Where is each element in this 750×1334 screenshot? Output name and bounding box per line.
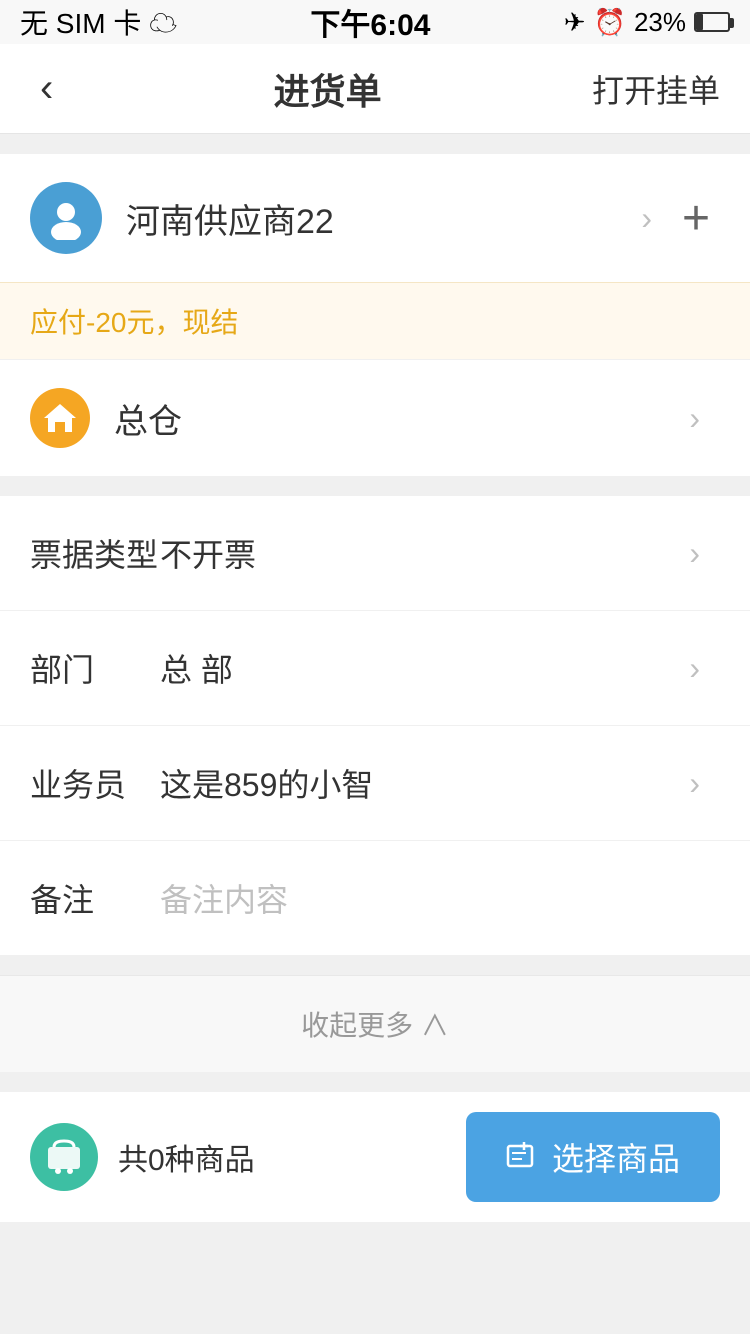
house-icon bbox=[42, 400, 78, 436]
battery-percent: 23% bbox=[634, 7, 686, 38]
warehouse-name: 总仓 bbox=[114, 394, 689, 443]
invoice-type-value: 不开票 bbox=[160, 530, 689, 576]
remark-row[interactable]: 备注 备注内容 bbox=[0, 841, 750, 955]
supplier-name: 河南供应商22 bbox=[126, 194, 641, 243]
supplier-avatar bbox=[30, 182, 102, 254]
collapse-label: 收起更多 ∧ bbox=[301, 1004, 449, 1044]
select-product-button[interactable]: 选择商品 bbox=[466, 1112, 720, 1202]
warehouse-icon bbox=[30, 388, 90, 448]
alarm-icon: ⏰ bbox=[594, 7, 626, 38]
select-product-label: 选择商品 bbox=[552, 1134, 680, 1180]
status-right: ✈ ⏰ 23% bbox=[564, 7, 730, 38]
add-supplier-button[interactable]: + bbox=[672, 191, 720, 246]
salesperson-value: 这是859的小智 bbox=[160, 760, 689, 806]
back-button[interactable]: ‹ bbox=[30, 56, 63, 121]
department-row[interactable]: 部门 总 部 › bbox=[0, 611, 750, 726]
invoice-type-label: 票据类型 bbox=[30, 530, 160, 576]
cart-icon bbox=[44, 1137, 84, 1177]
location-icon: ✈ bbox=[564, 7, 586, 38]
divider-1 bbox=[0, 134, 750, 154]
status-time: 下午6:04 bbox=[310, 0, 430, 44]
supplier-row[interactable]: 河南供应商22 › + bbox=[0, 154, 750, 282]
department-label: 部门 bbox=[30, 645, 160, 691]
salesperson-row[interactable]: 业务员 这是859的小智 › bbox=[0, 726, 750, 841]
notice-banner: 应付-20元，现结 bbox=[0, 282, 750, 359]
remark-label: 备注 bbox=[30, 875, 160, 921]
form-section: 票据类型 不开票 › 部门 总 部 › 业务员 这是859的小智 › 备注 备注… bbox=[0, 496, 750, 955]
invoice-type-chevron-icon: › bbox=[689, 535, 700, 572]
salesperson-label: 业务员 bbox=[30, 760, 160, 806]
notice-text: 应付-20元，现结 bbox=[30, 307, 238, 338]
department-value: 总 部 bbox=[160, 645, 689, 691]
open-pending-button[interactable]: 打开挂单 bbox=[592, 66, 720, 112]
collapse-row[interactable]: 收起更多 ∧ bbox=[0, 975, 750, 1072]
sim-status: 无 SIM 卡 ☁ bbox=[20, 2, 177, 42]
nav-bar: ‹ 进货单 打开挂单 bbox=[0, 44, 750, 134]
warehouse-chevron-icon: › bbox=[689, 400, 700, 437]
product-cart-icon bbox=[30, 1123, 98, 1191]
person-icon bbox=[44, 196, 88, 240]
product-count-label: 共0种商品 bbox=[118, 1135, 446, 1179]
select-product-icon bbox=[506, 1140, 540, 1174]
status-left: 无 SIM 卡 ☁ bbox=[20, 2, 177, 42]
warehouse-row[interactable]: 总仓 › bbox=[0, 359, 750, 476]
page-title: 进货单 bbox=[274, 63, 382, 115]
supplier-chevron-icon: › bbox=[641, 200, 652, 237]
salesperson-chevron-icon: › bbox=[689, 765, 700, 802]
bottom-bar: 共0种商品 选择商品 bbox=[0, 1092, 750, 1222]
battery-icon bbox=[694, 12, 730, 32]
page-container: 无 SIM 卡 ☁ 下午6:04 ✈ ⏰ 23% ‹ 进货单 打开挂单 bbox=[0, 0, 750, 1334]
remark-input[interactable]: 备注内容 bbox=[160, 875, 720, 921]
status-bar: 无 SIM 卡 ☁ 下午6:04 ✈ ⏰ 23% bbox=[0, 0, 750, 44]
supplier-section: 河南供应商22 › + 应付-20元，现结 总仓 › bbox=[0, 154, 750, 476]
department-chevron-icon: › bbox=[689, 650, 700, 687]
invoice-type-row[interactable]: 票据类型 不开票 › bbox=[0, 496, 750, 611]
